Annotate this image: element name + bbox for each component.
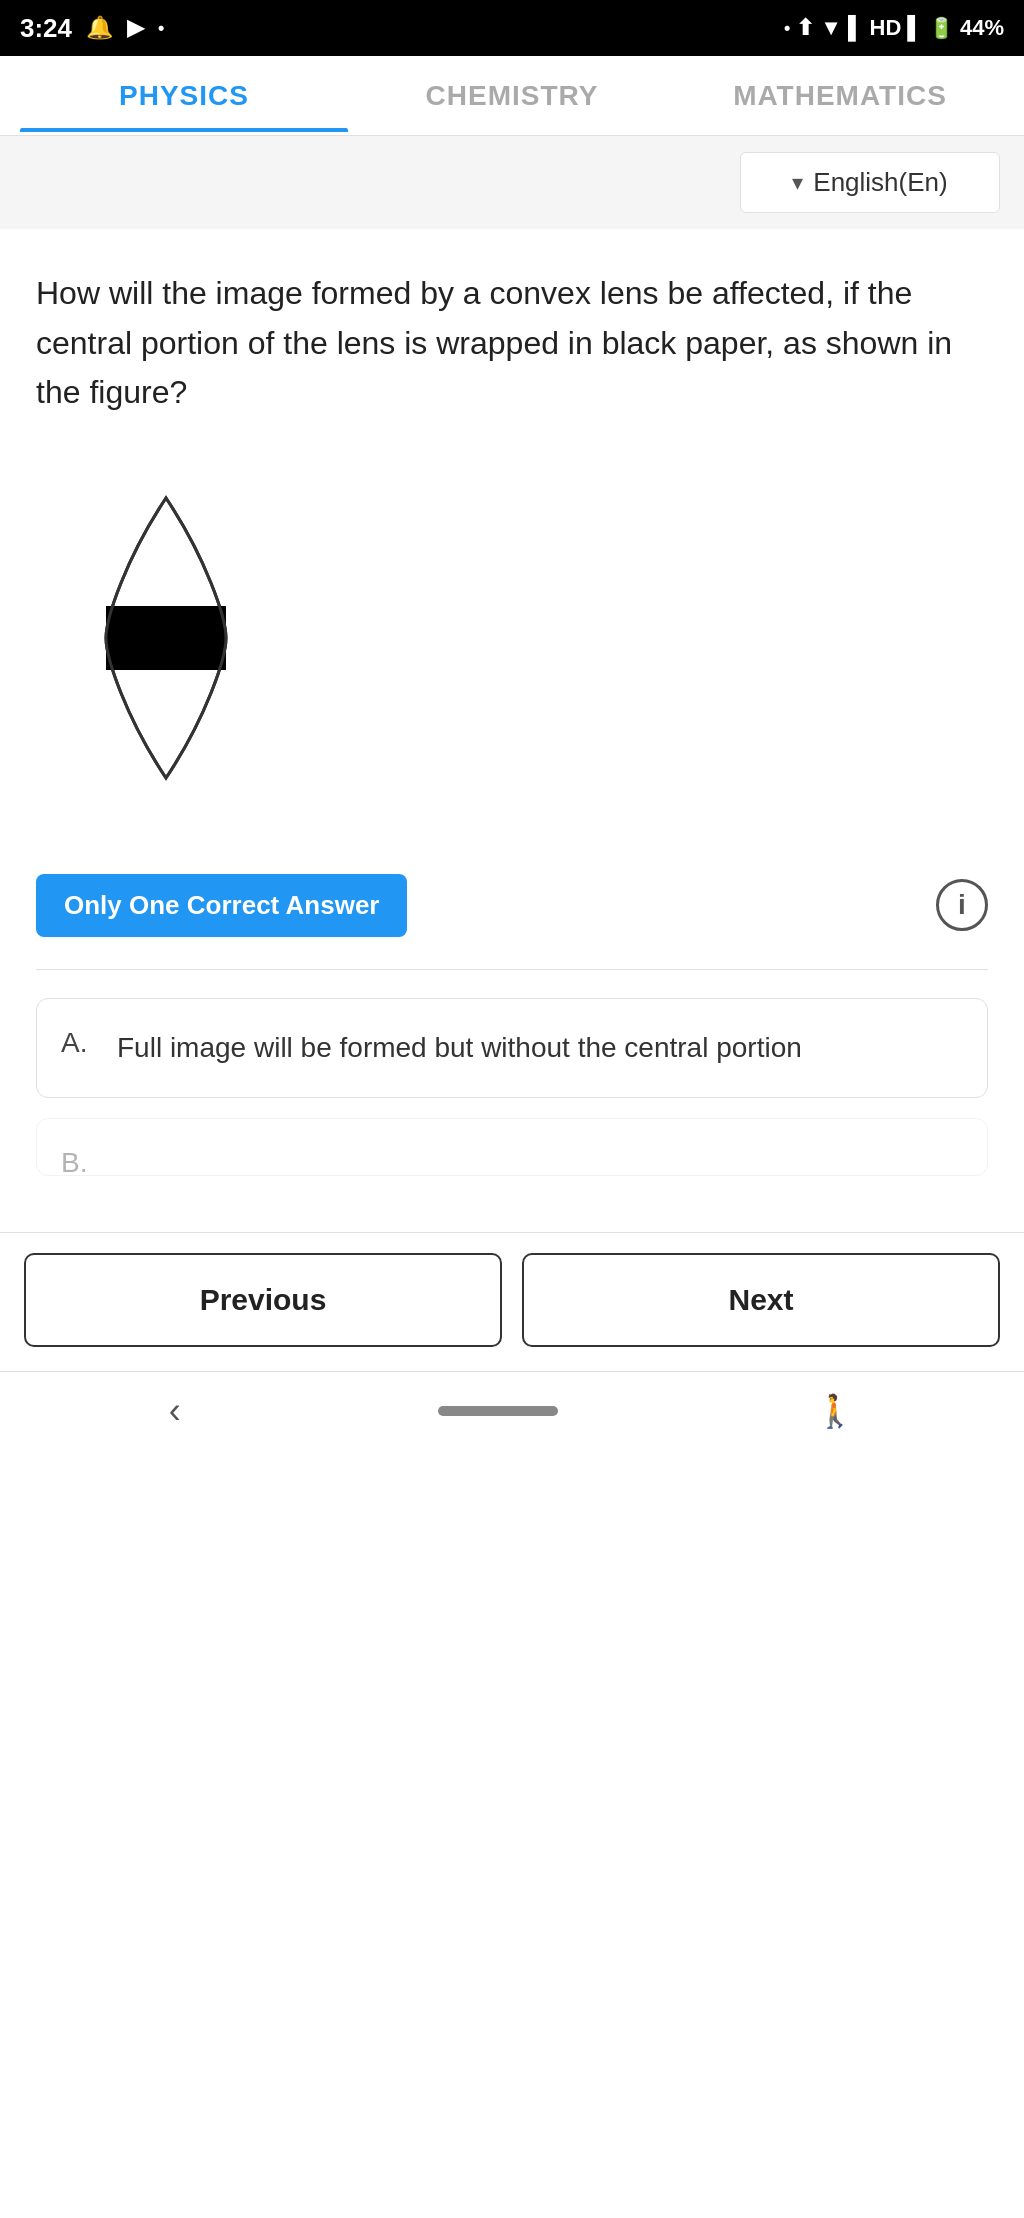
chevron-down-icon: ▾	[792, 170, 803, 196]
option-a-text: Full image will be formed but without th…	[117, 1027, 802, 1069]
language-bar: ▾ English(En)	[0, 136, 1024, 229]
divider-1	[36, 969, 988, 970]
status-left: 3:24 🔔 ▶ •	[20, 13, 164, 44]
navigation-buttons: Previous Next	[0, 1232, 1024, 1371]
language-selector[interactable]: ▾ English(En)	[740, 152, 1000, 213]
signal-icon2: ▌	[907, 15, 923, 41]
home-indicator[interactable]	[438, 1406, 558, 1416]
main-content: How will the image formed by a convex le…	[0, 229, 1024, 1232]
status-bar: 3:24 🔔 ▶ • • ⬆ ▼ ▌ HD ▌ 🔋 44%	[0, 0, 1024, 56]
time-display: 3:24	[20, 13, 72, 44]
answer-type-badge: Only One Correct Answer	[36, 874, 407, 937]
dot-icon2: •	[784, 18, 790, 39]
bottom-nav-bar: ‹ 🚶	[0, 1371, 1024, 1451]
back-button[interactable]: ‹	[169, 1390, 181, 1432]
lens-figure	[76, 478, 256, 798]
hd-label: HD	[870, 15, 902, 41]
signal-icon: ▌	[848, 15, 864, 41]
option-b[interactable]: B.	[36, 1118, 988, 1176]
option-a[interactable]: A. Full image will be formed but without…	[36, 998, 988, 1098]
option-b-letter: B.	[61, 1147, 93, 1176]
info-icon[interactable]: i	[936, 879, 988, 931]
figure-container	[36, 458, 988, 818]
answer-type-row: Only One Correct Answer i	[36, 858, 988, 957]
language-label: English(En)	[813, 167, 947, 198]
signal-arrow-icon: ⬆	[796, 15, 814, 41]
previous-button[interactable]: Previous	[24, 1253, 502, 1347]
options-container: A. Full image will be formed but without…	[36, 982, 988, 1212]
accessibility-icon[interactable]: 🚶	[815, 1392, 855, 1430]
youtube-icon: ▶	[127, 15, 144, 41]
option-a-letter: A.	[61, 1027, 93, 1059]
next-button[interactable]: Next	[522, 1253, 1000, 1347]
tab-mathematics[interactable]: MATHEMATICS	[676, 60, 1004, 132]
status-right: • ⬆ ▼ ▌ HD ▌ 🔋 44%	[784, 15, 1004, 41]
wifi-icon: ▼	[820, 15, 842, 41]
battery-percent: 44%	[960, 15, 1004, 41]
tab-chemistry[interactable]: CHEMISTRY	[348, 60, 676, 132]
tab-bar: PHYSICS CHEMISTRY MATHEMATICS	[0, 56, 1024, 136]
dot-icon: •	[158, 18, 164, 39]
notch-icon: 🔔	[86, 15, 113, 41]
question-text: How will the image formed by a convex le…	[36, 269, 988, 418]
battery-icon: 🔋	[929, 16, 954, 40]
svg-rect-0	[106, 606, 226, 670]
tab-physics[interactable]: PHYSICS	[20, 60, 348, 132]
